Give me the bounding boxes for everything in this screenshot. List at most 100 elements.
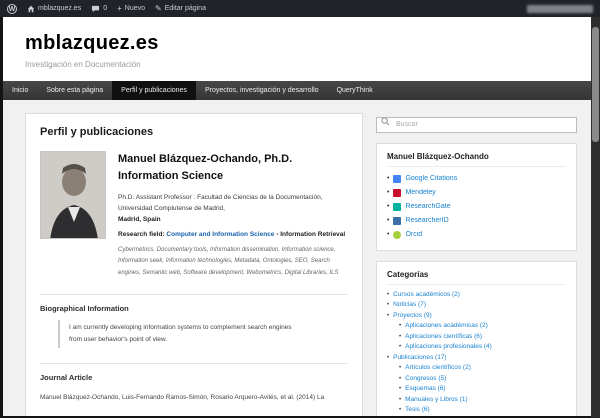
researcherid-link[interactable]: ResearcherID xyxy=(405,217,448,224)
admin-bar-comments[interactable]: 0 xyxy=(91,5,107,13)
category-link-aplicaciones-academicas[interactable]: Aplicaciones académicas (2) xyxy=(405,321,488,332)
admin-bar-new[interactable]: + Nuevo xyxy=(117,3,145,13)
profile-block: Manuel Blázquez-Ochando, Ph.D. Informati… xyxy=(40,151,348,279)
profile-links-widget-title: Manuel Blázquez-Ochando xyxy=(387,152,566,167)
bullet-icon: • xyxy=(399,407,402,413)
comment-icon xyxy=(92,5,100,12)
bullet-icon: • xyxy=(399,375,402,382)
list-item: • Mendeley xyxy=(387,186,566,200)
bullet-icon: • xyxy=(399,365,402,371)
bullet-icon: • xyxy=(387,302,390,308)
admin-bar-site-name[interactable]: mblazquez.es xyxy=(27,5,81,13)
section-heading-journal-article: Journal Article xyxy=(40,363,348,389)
admin-bar-account[interactable] xyxy=(527,4,593,13)
wp-logo-menu[interactable]: W xyxy=(7,3,17,14)
bullet-icon: • xyxy=(399,323,402,329)
bullet-icon: • xyxy=(387,203,390,210)
bullet-icon: • xyxy=(387,217,390,224)
site-description: Investigación en Documentación xyxy=(25,60,141,69)
category-item: • Cursos académicos (2) xyxy=(387,290,566,301)
profile-location: Madrid, Spain xyxy=(118,215,161,223)
plus-icon: + xyxy=(117,3,122,13)
category-link-publicaciones[interactable]: Publicaciones (17) xyxy=(393,353,446,364)
sidebar: Manuel Blázquez-Ochando • Google Citatio… xyxy=(376,113,577,416)
bullet-icon: • xyxy=(387,189,390,196)
user-greeting-redacted xyxy=(527,4,593,13)
category-item: • Esquemas (6) xyxy=(399,384,566,395)
researchgate-link[interactable]: ResearchGate xyxy=(405,203,450,210)
category-link-aplicaciones-cientificas[interactable]: Aplicaciones científicas (6) xyxy=(405,332,482,343)
search-input[interactable] xyxy=(376,116,577,133)
content-area: Perfil y publicaciones Manuel Blázquez-O… xyxy=(3,100,591,416)
category-link-cursos-academicos[interactable]: Cursos académicos (2) xyxy=(393,290,460,301)
page-title: Perfil y publicaciones xyxy=(40,126,154,138)
categories-widget-title: Categorías xyxy=(387,270,566,285)
bullet-icon: • xyxy=(387,354,390,361)
category-item: • Aplicaciones académicas (2) xyxy=(399,321,566,332)
section-heading-biographical: Biographical Information xyxy=(40,294,348,320)
bullet-icon: • xyxy=(387,231,390,238)
nav-item-inicio[interactable]: Inicio xyxy=(3,81,37,100)
profile-photo xyxy=(40,151,106,239)
page-viewport: mblazquez.es Investigación en Documentac… xyxy=(3,17,591,416)
category-item: • Proyectos (9) xyxy=(387,311,566,322)
categories-widget: Categorías • Cursos académicos (2) • Notic… xyxy=(376,260,577,416)
scrollbar-thumb[interactable] xyxy=(592,27,599,142)
bullet-icon: • xyxy=(399,396,402,403)
scrollbar-track[interactable] xyxy=(591,17,600,418)
category-item: • Congresos (5) xyxy=(399,374,566,385)
list-item: • ResearchGate xyxy=(387,200,566,214)
research-field-link[interactable]: Computer and Information Science xyxy=(166,231,274,238)
google-citations-icon xyxy=(393,174,402,183)
main-article-card: Perfil y publicaciones Manuel Blázquez-O… xyxy=(25,113,363,416)
category-link-noticias[interactable]: Noticias (7) xyxy=(393,300,426,311)
category-item: • Tesis (6) xyxy=(399,405,566,416)
category-link-articulos-cientificos[interactable]: Artículos científicos (2) xyxy=(405,363,471,374)
research-field-label: Research field: xyxy=(118,230,165,238)
category-link-proyectos[interactable]: Proyectos (9) xyxy=(393,311,432,322)
nav-item-perfil-y-publicaciones[interactable]: Perfil y publicaciones xyxy=(112,81,196,100)
list-item: • Orcid xyxy=(387,228,566,242)
category-link-tesis[interactable]: Tesis (6) xyxy=(405,405,430,416)
profile-name: Manuel Blázquez-Ochando, Ph.D. Informati… xyxy=(118,151,345,185)
category-link-manuales-y-libros[interactable]: Manuales y Libros (1) xyxy=(405,395,468,406)
nav-item-proyectos[interactable]: Proyectos, investigación y desarrollo xyxy=(196,81,328,100)
profile-name-line1: Manuel Blázquez-Ochando, Ph.D. xyxy=(118,153,293,165)
nav-item-querythink[interactable]: QueryThink xyxy=(328,81,382,100)
profile-position: Ph.D. Assistant Professor . Facultad de … xyxy=(118,194,323,213)
site-title[interactable]: mblazquez.es xyxy=(25,32,591,55)
portrait-placeholder xyxy=(41,152,105,238)
search-widget xyxy=(376,113,577,133)
profile-name-line2: Information Science xyxy=(118,170,224,183)
bullet-icon: • xyxy=(399,386,402,392)
mendeley-icon xyxy=(393,188,402,197)
category-item: • Noticias (7) xyxy=(387,300,566,311)
category-item: • Manuales y Libros (1) xyxy=(399,395,566,406)
edit-page-label: Editar página xyxy=(164,5,206,12)
bullet-icon: • xyxy=(387,175,390,182)
main-nav: Inicio Sobre esta página Perfil y public… xyxy=(3,81,591,100)
category-item: • Artículos científicos (2) xyxy=(399,363,566,374)
profile-links-widget: Manuel Blázquez-Ochando • Google Citatio… xyxy=(376,142,577,251)
bullet-icon: • xyxy=(399,333,402,340)
bullet-icon: • xyxy=(387,312,390,319)
research-field-suffix: - Information Retrieval xyxy=(276,230,346,238)
journal-article-text: Manuel Blázquez-Ochando, Luis-Fernando R… xyxy=(40,394,325,402)
admin-bar-edit-page[interactable]: ✎ Editar página xyxy=(155,3,206,13)
category-link-aplicaciones-profesionales[interactable]: Aplicaciones profesionales (4) xyxy=(405,342,492,353)
google-citations-link[interactable]: Google Citations xyxy=(405,175,457,182)
nav-item-sobre-esta-pagina[interactable]: Sobre esta página xyxy=(37,81,112,100)
category-item: • Aplicaciones científicas (6) xyxy=(399,332,566,343)
bullet-icon: • xyxy=(387,291,390,298)
biographical-text: I am currently developing information sy… xyxy=(58,320,308,349)
home-icon xyxy=(27,5,35,12)
pencil-icon: ✎ xyxy=(155,3,162,13)
mendeley-link[interactable]: Mendeley xyxy=(405,189,435,196)
list-item: • Google Citations xyxy=(387,172,566,186)
search-icon xyxy=(381,117,390,126)
orcid-link[interactable]: Orcid xyxy=(405,231,422,238)
list-item: • ResearcherID xyxy=(387,214,566,228)
category-link-esquemas[interactable]: Esquemas (6) xyxy=(405,384,445,395)
category-link-congresos[interactable]: Congresos (5) xyxy=(405,374,446,385)
wp-admin-bar: W mblazquez.es 0 + Nuevo ✎ Editar página xyxy=(0,0,600,17)
